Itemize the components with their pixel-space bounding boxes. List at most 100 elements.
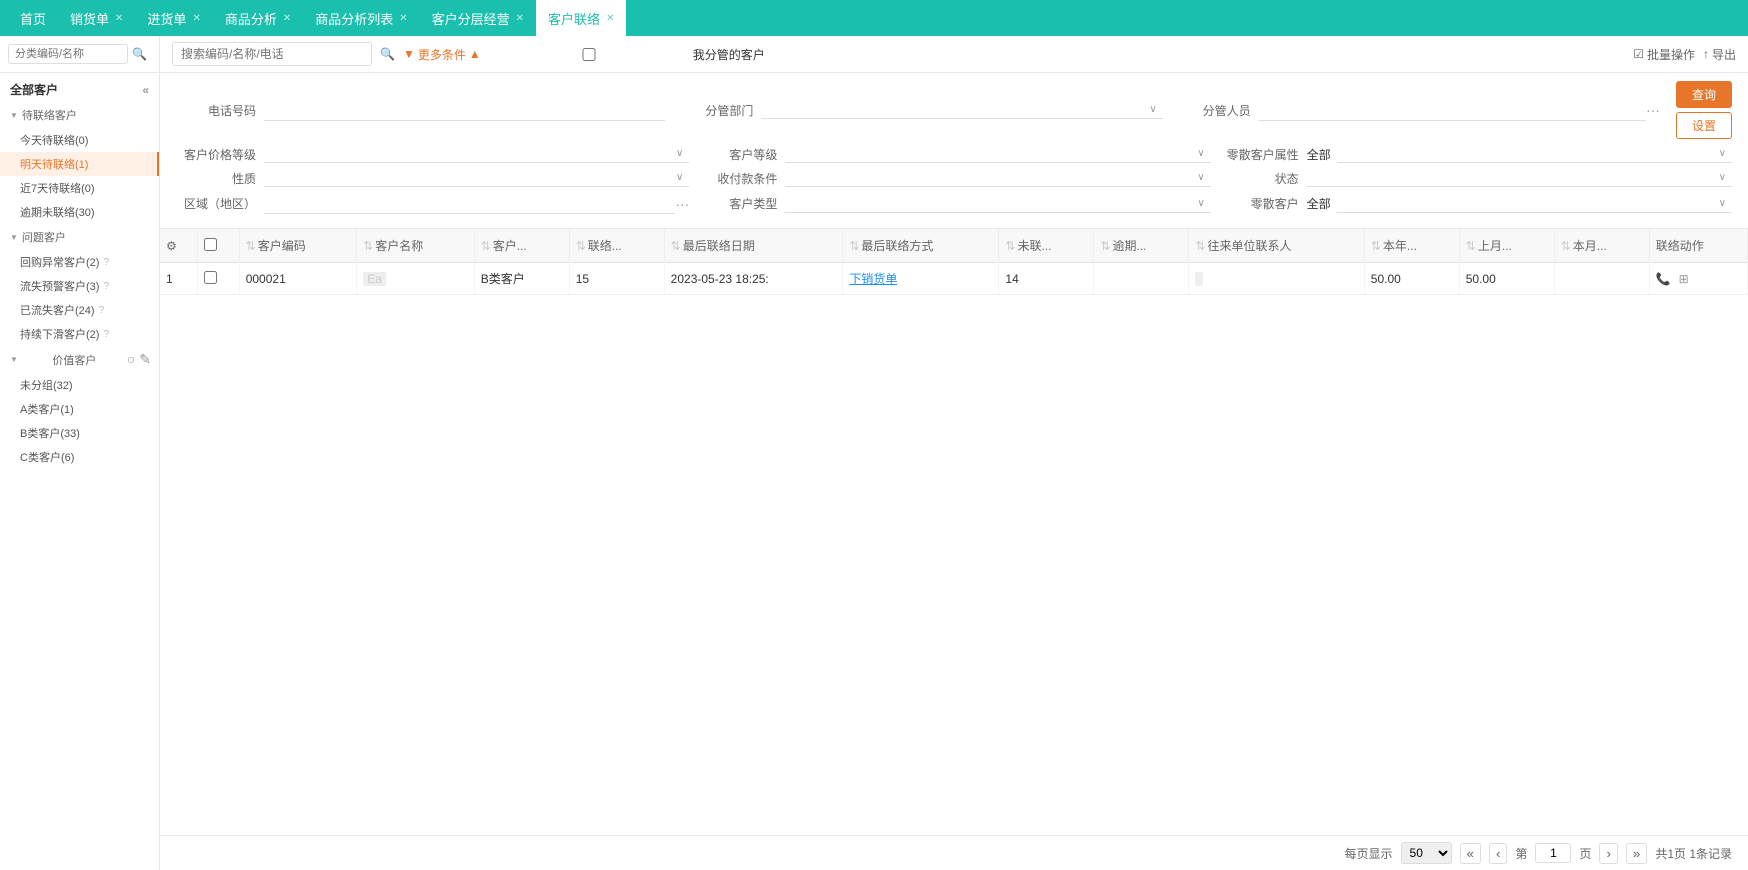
per-page-select[interactable]: 50 100 200 (1401, 842, 1452, 864)
batch-op-btn[interactable]: ☑ 批量操作 (1633, 46, 1695, 63)
col-name[interactable]: ⇅客户名称 (357, 229, 475, 263)
region-dots-icon[interactable]: ··· (675, 196, 689, 212)
price-grade-select[interactable]: ∨ (264, 145, 689, 163)
close-product-analysis-icon[interactable]: ✕ (283, 13, 291, 24)
retail-customer-field: 零散客户 全部 ∨ (1219, 195, 1732, 213)
sidebar-item-churned[interactable]: 已流失客户(24) ? (0, 298, 159, 322)
sidebar: 🔍 全部客户 « 待联络客户 今天待联络(0) 明天待联络(1) 近7天待联络(… (0, 36, 160, 870)
customer-table: ⚙ ⇅客户编码 ⇅客户名称 ⇅客户... ⇅联络... ⇅最后联络日期 ⇅最后联… (160, 229, 1748, 295)
sidebar-value-group[interactable]: 价值客户 ○ ✎ (0, 346, 159, 373)
close-product-list-icon[interactable]: ✕ (399, 13, 407, 24)
col-contact[interactable]: ⇅联络... (569, 229, 664, 263)
my-customers-checkbox-label[interactable]: 我分管的客户 (489, 46, 765, 63)
close-sales-icon[interactable]: ✕ (115, 13, 123, 24)
close-purchase-icon[interactable]: ✕ (192, 13, 200, 24)
sidebar-all-customers[interactable]: 全部客户 « (0, 73, 159, 102)
manager-input[interactable] (1259, 100, 1646, 121)
col-checkbox[interactable] (197, 229, 239, 263)
last-method-link[interactable]: 下销货单 (849, 272, 897, 286)
action-grid-icon[interactable]: ⊞ (1679, 272, 1689, 286)
filter-row-1: 电话号码 分管部门 ∨ 分管人员 ··· 查询 设置 (176, 81, 1732, 139)
help-icon-churn[interactable]: ? (103, 281, 109, 292)
col-last-date[interactable]: ⇅最后联络日期 (664, 229, 843, 263)
col-un-contact[interactable]: ⇅未联... (999, 229, 1094, 263)
gender-select[interactable]: ∨ (264, 169, 689, 187)
search-input[interactable] (172, 42, 372, 66)
manager-dots-icon[interactable]: ··· (1646, 102, 1660, 118)
help-icon-churned[interactable]: ? (99, 305, 105, 316)
cell-checkbox[interactable] (197, 263, 239, 295)
sidebar-item-tomorrow-contact[interactable]: 明天待联络(1) (0, 152, 159, 176)
cell-unit-contact (1189, 263, 1364, 295)
region-input[interactable] (264, 193, 675, 214)
export-btn[interactable]: ↑ 导出 (1703, 46, 1736, 63)
last-page-btn[interactable]: » (1626, 843, 1647, 864)
customer-type-select[interactable]: ∨ (785, 195, 1210, 213)
close-customer-contact-icon[interactable]: ✕ (606, 13, 614, 24)
col-type[interactable]: ⇅客户... (474, 229, 569, 263)
setting-button[interactable]: 设置 (1676, 112, 1732, 139)
action-phone-icon[interactable]: 📞 (1656, 272, 1671, 286)
next-page-btn[interactable]: › (1599, 843, 1617, 864)
cell-last-method[interactable]: 下销货单 (843, 263, 999, 295)
total-text: 共1页 1条记录 (1655, 845, 1732, 862)
col-this-month[interactable]: ⇅本月... (1554, 229, 1649, 263)
page-input[interactable] (1535, 843, 1571, 863)
nav-customer-contact[interactable]: 客户联络 ✕ (536, 0, 626, 36)
sidebar-item-overdue-contact[interactable]: 逾期未联络(30) (0, 200, 159, 224)
filter-actions: 查询 设置 (1676, 81, 1732, 139)
sidebar-pending-group[interactable]: 待联络客户 (0, 102, 159, 128)
query-button[interactable]: 查询 (1676, 81, 1732, 108)
cell-type: B类客户 (474, 263, 569, 295)
phone-input[interactable] (264, 100, 665, 121)
my-customers-checkbox[interactable] (489, 48, 689, 61)
payment-select[interactable]: ∨ (785, 169, 1210, 187)
nav-sales[interactable]: 销货单 ✕ (58, 0, 135, 36)
col-code[interactable]: ⇅客户编码 (239, 229, 357, 263)
sidebar-item-declining[interactable]: 持续下滑客户(2) ? (0, 322, 159, 346)
nav-product-list[interactable]: 商品分析列表 ✕ (303, 0, 419, 36)
sidebar-item-repurchase-abnormal[interactable]: 回购异常客户(2) ? (0, 250, 159, 274)
retail-attr-select[interactable]: ∨ (1337, 145, 1732, 163)
nav-purchase[interactable]: 进货单 ✕ (135, 0, 212, 36)
more-conditions-btn[interactable]: ▼ 更多条件 ▲ (403, 46, 481, 63)
col-last-month[interactable]: ⇅上月... (1459, 229, 1554, 263)
nav-home[interactable]: 首页 (8, 0, 58, 36)
search-button[interactable]: 🔍 (380, 47, 395, 61)
col-unit-contact[interactable]: ⇅往来单位联系人 (1189, 229, 1364, 263)
sidebar-item-b-class[interactable]: B类客户(33) (0, 421, 159, 445)
select-all-checkbox[interactable] (204, 238, 217, 251)
sidebar-problem-group[interactable]: 问题客户 (0, 224, 159, 250)
first-page-btn[interactable]: « (1460, 843, 1481, 864)
sidebar-search-icon[interactable]: 🔍 (132, 47, 147, 61)
dept-field: 分管部门 ∨ (673, 101, 1162, 119)
sidebar-item-today-contact[interactable]: 今天待联络(0) (0, 128, 159, 152)
customer-grade-select[interactable]: ∨ (785, 145, 1210, 163)
close-customer-tier-icon[interactable]: ✕ (516, 13, 524, 24)
row-checkbox[interactable] (204, 271, 217, 284)
sidebar-collapse-icon[interactable]: « (142, 83, 149, 97)
retail-customer-select[interactable]: ∨ (1337, 195, 1732, 213)
sidebar-item-7day-contact[interactable]: 近7天待联络(0) (0, 176, 159, 200)
sidebar-item-ungrouped[interactable]: 未分组(32) (0, 373, 159, 397)
sidebar-item-churn-warning[interactable]: 流失预警客户(3) ? (0, 274, 159, 298)
region-field: 区域（地区） ··· (176, 193, 689, 214)
value-group-icons[interactable]: ○ ✎ (127, 351, 151, 368)
sidebar-item-a-class[interactable]: A类客户(1) (0, 397, 159, 421)
col-overdue[interactable]: ⇅逾期... (1094, 229, 1189, 263)
cell-index: 1 (160, 263, 197, 295)
status-select[interactable]: ∨ (1307, 169, 1732, 187)
col-settings[interactable]: ⚙ (160, 229, 197, 263)
col-this-year[interactable]: ⇅本年... (1364, 229, 1459, 263)
col-last-method[interactable]: ⇅最后联络方式 (843, 229, 999, 263)
retail-attr-arrow-icon: ∨ (1719, 148, 1726, 159)
nav-product-analysis[interactable]: 商品分析 ✕ (213, 0, 303, 36)
help-icon-declining[interactable]: ? (103, 329, 109, 340)
sidebar-item-c-class[interactable]: C类客户(6) (0, 445, 159, 469)
sidebar-search-input[interactable] (8, 44, 128, 64)
help-icon-repurchase[interactable]: ? (103, 257, 109, 268)
filter-panel: 电话号码 分管部门 ∨ 分管人员 ··· 查询 设置 (160, 73, 1748, 229)
prev-page-btn[interactable]: ‹ (1489, 843, 1507, 864)
dept-select[interactable]: ∨ (761, 101, 1162, 119)
nav-customer-tier[interactable]: 客户分层经营 ✕ (420, 0, 536, 36)
